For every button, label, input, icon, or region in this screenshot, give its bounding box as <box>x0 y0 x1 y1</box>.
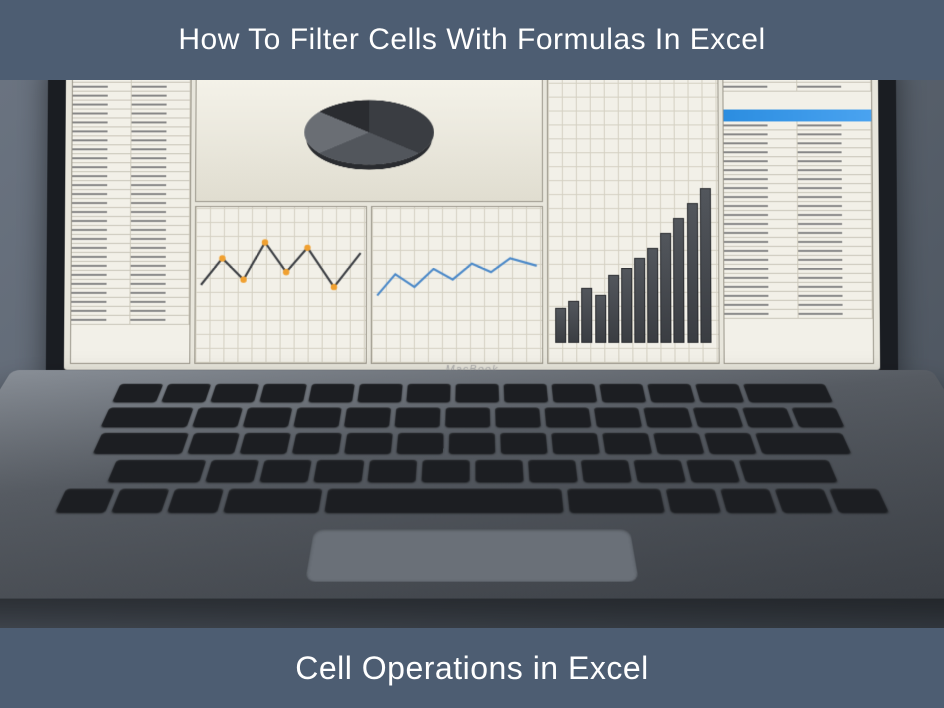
laptop-keyboard-base <box>0 370 944 599</box>
keyboard-icon <box>54 384 890 515</box>
bottom-banner: Cell Operations in Excel <box>0 628 944 708</box>
laptop-illustration: MacBook <box>12 80 932 628</box>
data-grid-right <box>722 80 874 364</box>
line-chart-panel-2 <box>371 206 543 364</box>
trend-line-icon <box>372 207 542 363</box>
selection-highlight-icon <box>724 110 872 122</box>
line-chart-panel-1 <box>194 206 367 364</box>
data-grid-left <box>70 80 192 364</box>
page-subtitle: Cell Operations in Excel <box>295 650 648 687</box>
page-title: How To Filter Cells With Formulas In Exc… <box>178 23 765 57</box>
bar-chart-panel <box>547 80 720 364</box>
pie-chart-icon <box>279 93 459 182</box>
laptop-screen: MacBook <box>46 80 898 380</box>
line-chart-icon <box>195 207 366 363</box>
hero-illustration: MacBook <box>0 80 944 628</box>
excel-dashboard <box>64 80 880 370</box>
trackpad-icon <box>305 529 639 581</box>
pie-chart-panel <box>195 80 543 202</box>
top-banner: How To Filter Cells With Formulas In Exc… <box>0 0 944 80</box>
